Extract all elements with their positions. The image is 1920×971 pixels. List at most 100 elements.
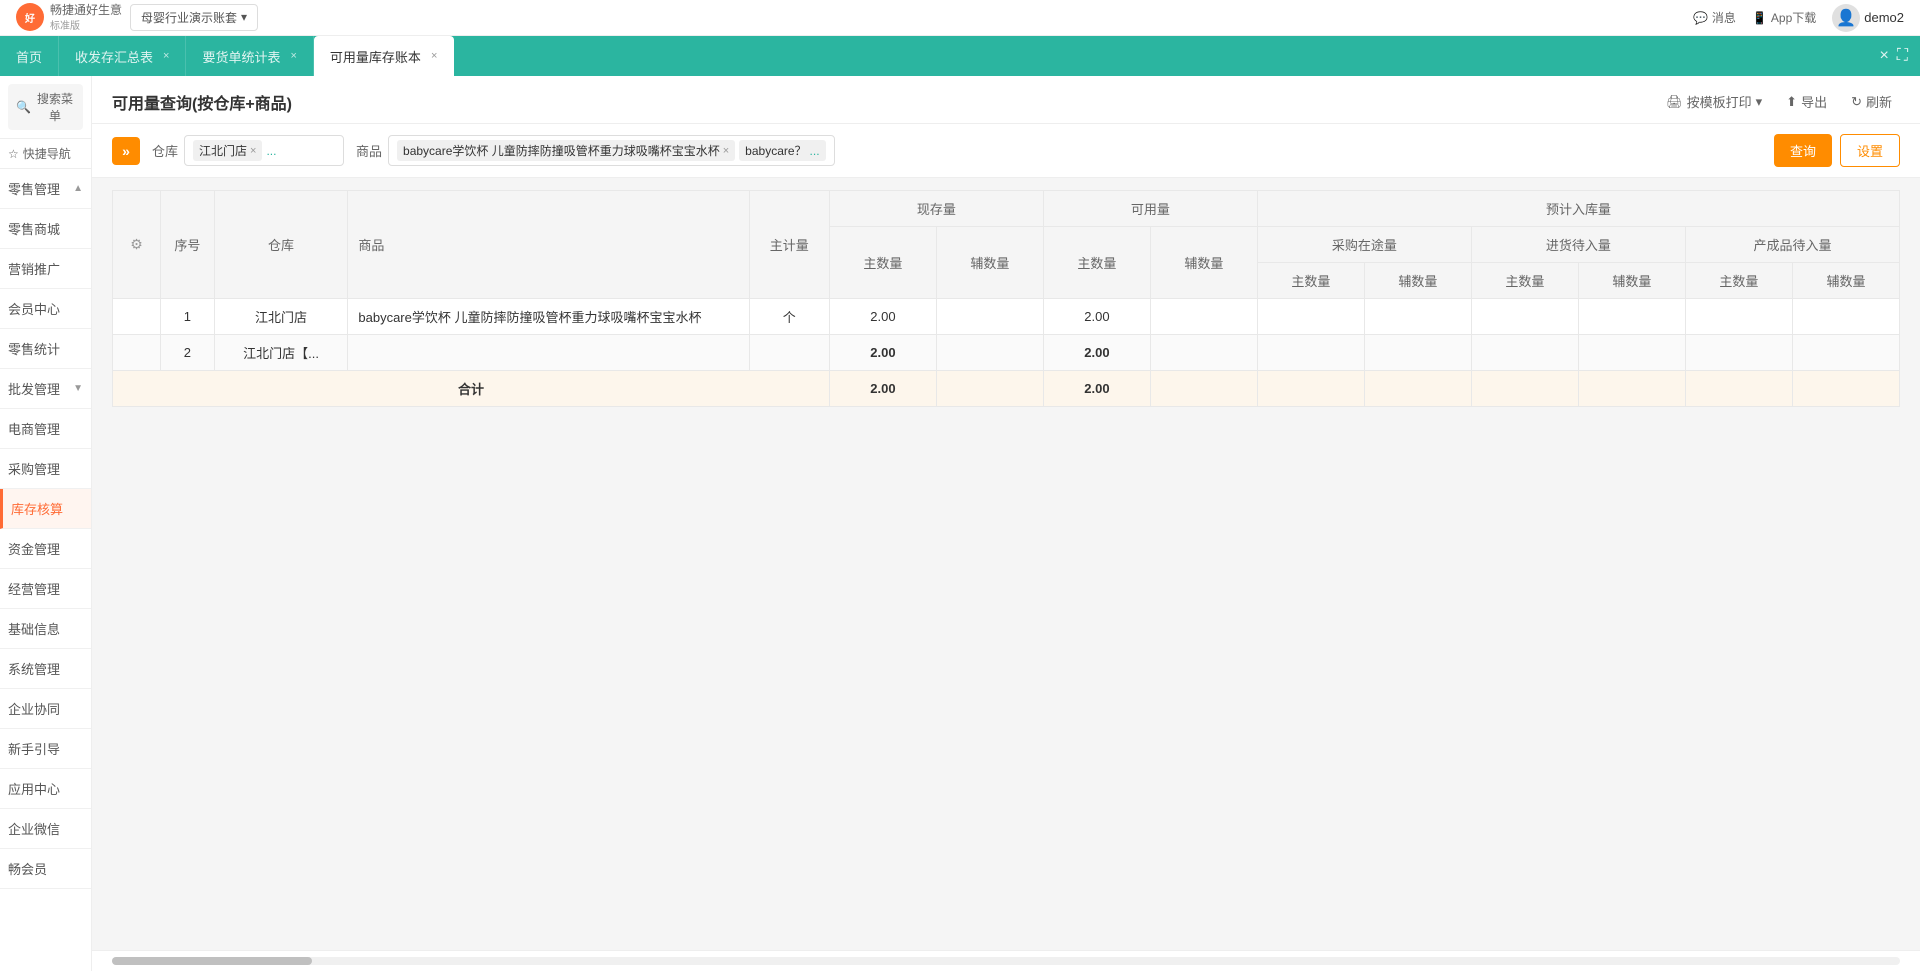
industry-selector[interactable]: 母婴行业演示账套 ▾ bbox=[130, 4, 258, 31]
chevron-down-icon: ▼ bbox=[73, 383, 83, 394]
sidebar-item-ecommerce[interactable]: 电商管理 bbox=[0, 409, 91, 449]
close-all-button[interactable]: × bbox=[1879, 47, 1888, 65]
sidebar-item-apps[interactable]: 应用中心 bbox=[0, 769, 91, 809]
product-tag-remove[interactable]: × bbox=[723, 145, 729, 157]
search-menu-button[interactable]: 🔍 搜索菜单 bbox=[8, 84, 83, 130]
th-production-pending: 产成品待入量 bbox=[1685, 227, 1899, 263]
product-tag-text: babycare学饮杯 儿童防摔防撞吸管杯重力球吸嘴杯宝宝水杯 bbox=[403, 142, 720, 159]
export-button[interactable]: ⬆ 导出 bbox=[1778, 88, 1835, 115]
sidebar-item-inventory[interactable]: 库存核算 bbox=[0, 489, 91, 529]
cell-warehouse-2: 江北门店【... bbox=[214, 335, 348, 371]
cell-stock-main-2: 2.00 bbox=[829, 335, 936, 371]
scroll-track[interactable] bbox=[112, 957, 1900, 965]
th-available-group: 可用量 bbox=[1043, 191, 1257, 227]
cell-stock-main-1: 2.00 bbox=[829, 299, 936, 335]
sidebar-item-basic-info[interactable]: 基础信息 bbox=[0, 609, 91, 649]
cell-no-1: 1 bbox=[161, 299, 215, 335]
th-stock-main: 主数量 bbox=[829, 227, 936, 299]
product-tag-babycare[interactable]: babycare学饮杯 儿童防摔防撞吸管杯重力球吸嘴杯宝宝水杯 × bbox=[397, 140, 735, 161]
th-purchase-transit: 采购在途量 bbox=[1257, 227, 1471, 263]
sidebar-item-retail-management[interactable]: 零售管理 ▲ bbox=[0, 169, 91, 209]
warehouse-tag-jiangbei[interactable]: 江北门店 × bbox=[193, 140, 262, 161]
filter-toggle-button[interactable]: » bbox=[112, 137, 140, 165]
username-label: demo2 bbox=[1864, 10, 1904, 25]
content-area: 可用量查询(按仓库+商品) 🖨 按模板打印 ▾ ⬆ 导出 ↻ 刷新 bbox=[92, 76, 1920, 971]
fullscreen-button[interactable]: ⛶ bbox=[1897, 47, 1908, 65]
quick-nav-label: 快捷导航 bbox=[23, 145, 71, 162]
product-input[interactable]: babycare学饮杯 儿童防摔防撞吸管杯重力球吸嘴杯宝宝水杯 × babyca… bbox=[388, 135, 835, 166]
tab-available-close[interactable]: × bbox=[431, 50, 437, 62]
user-area[interactable]: 👤 demo2 bbox=[1832, 4, 1904, 32]
cell-product-1: babycare学饮杯 儿童防摔防撞吸管杯重力球吸嘴杯宝宝水杯 bbox=[348, 299, 749, 335]
query-button[interactable]: 查询 bbox=[1774, 134, 1832, 167]
quick-nav-button[interactable]: ☆ 快捷导航 bbox=[0, 139, 91, 169]
sidebar-item-business[interactable]: 经营管理 bbox=[0, 569, 91, 609]
sidebar-item-system[interactable]: 系统管理 bbox=[0, 649, 91, 689]
app-download-action[interactable]: 📱 App下载 bbox=[1752, 9, 1816, 26]
chevron-down-icon: ▾ bbox=[1756, 94, 1763, 110]
th-production-pending-aux: 辅数量 bbox=[1792, 263, 1899, 299]
sidebar-item-guide[interactable]: 新手引导 bbox=[0, 729, 91, 769]
sidebar-item-members[interactable]: 会员中心 bbox=[0, 289, 91, 329]
sidebar-item-apps-label: 应用中心 bbox=[8, 779, 60, 798]
sidebar-search-area: 🔍 搜索菜单 bbox=[0, 76, 91, 139]
tab-home[interactable]: 首页 bbox=[0, 36, 59, 76]
product-tag2-text: babycare？ bbox=[745, 142, 806, 159]
sidebar-item-system-label: 系统管理 bbox=[8, 659, 60, 678]
cell-purchase-pending-main-2 bbox=[1471, 335, 1578, 371]
th-settings[interactable]: ⚙ bbox=[113, 191, 161, 299]
message-action[interactable]: 💬 消息 bbox=[1693, 9, 1736, 26]
top-bar-left: 好 畅捷通好生意 标准版 母婴行业演示账套 ▾ bbox=[16, 3, 258, 32]
top-bar: 好 畅捷通好生意 标准版 母婴行业演示账套 ▾ 💬 消息 📱 App下载 👤 d… bbox=[0, 0, 1920, 36]
cell-unit-2 bbox=[749, 335, 829, 371]
sidebar-item-retail-mall[interactable]: 零售商城 bbox=[0, 209, 91, 249]
message-icon: 💬 bbox=[1693, 11, 1708, 25]
sidebar-item-retail-stats-label: 零售统计 bbox=[8, 339, 60, 358]
warehouse-label: 仓库 bbox=[152, 141, 178, 160]
sidebar-item-wechat[interactable]: 企业微信 bbox=[0, 809, 91, 849]
footer-production-pending-aux-total bbox=[1792, 371, 1899, 407]
quick-nav-icon: ☆ bbox=[8, 147, 19, 161]
tab-receivable-close[interactable]: × bbox=[163, 50, 169, 62]
footer-purchase-pending-aux-total bbox=[1578, 371, 1685, 407]
settings-icon: ⚙ bbox=[130, 236, 143, 252]
sidebar-item-wholesale[interactable]: 批发管理 ▼ bbox=[0, 369, 91, 409]
warehouse-tag-remove[interactable]: × bbox=[250, 145, 256, 157]
product-more[interactable]: ... bbox=[810, 144, 820, 158]
sidebar-item-retail-stats[interactable]: 零售统计 bbox=[0, 329, 91, 369]
sidebar-item-purchase-label: 采购管理 bbox=[8, 459, 60, 478]
sidebar-item-finance[interactable]: 资金管理 bbox=[0, 529, 91, 569]
cell-settings-2 bbox=[113, 335, 161, 371]
sidebar-item-marketing[interactable]: 营销推广 bbox=[0, 249, 91, 289]
scrollbar-area bbox=[112, 957, 1900, 965]
setting-button[interactable]: 设置 bbox=[1840, 134, 1900, 167]
cell-product-2 bbox=[348, 335, 749, 371]
sidebar-item-wholesale-label: 批发管理 bbox=[8, 379, 60, 398]
th-purchase-transit-main: 主数量 bbox=[1257, 263, 1364, 299]
tab-receivable[interactable]: 收发存汇总表 × bbox=[59, 36, 186, 76]
th-purchase-pending: 进货待入量 bbox=[1471, 227, 1685, 263]
sidebar-item-vip[interactable]: 畅会员 bbox=[0, 849, 91, 889]
double-arrow-icon: » bbox=[122, 143, 130, 159]
th-planned-group: 预计入库量 bbox=[1257, 191, 1899, 227]
warehouse-input[interactable]: 江北门店 × ... bbox=[184, 135, 344, 166]
th-no: 序号 bbox=[161, 191, 215, 299]
tab-order[interactable]: 要货单统计表 × bbox=[186, 36, 313, 76]
logo-area: 好 畅捷通好生意 标准版 bbox=[16, 3, 122, 32]
cell-settings bbox=[113, 299, 161, 335]
tab-order-close[interactable]: × bbox=[290, 50, 296, 62]
warehouse-more[interactable]: ... bbox=[266, 144, 276, 158]
th-unit: 主计量 bbox=[749, 191, 829, 299]
cell-purchase-transit-main-1 bbox=[1257, 299, 1364, 335]
sidebar-item-enterprise[interactable]: 企业协同 bbox=[0, 689, 91, 729]
tab-available[interactable]: 可用量库存账本 × bbox=[314, 36, 454, 76]
th-purchase-pending-aux: 辅数量 bbox=[1578, 263, 1685, 299]
nav-tabs: 首页 收发存汇总表 × 要货单统计表 × 可用量库存账本 × × ⛶ bbox=[0, 36, 1920, 76]
product-tag-babycare2[interactable]: babycare？ ... bbox=[739, 140, 825, 161]
print-button[interactable]: 🖨 按模板打印 ▾ bbox=[1658, 88, 1770, 115]
sidebar-item-purchase[interactable]: 采购管理 bbox=[0, 449, 91, 489]
logo-text-area: 畅捷通好生意 标准版 bbox=[50, 3, 122, 32]
scroll-thumb[interactable] bbox=[112, 957, 312, 965]
refresh-button[interactable]: ↻ 刷新 bbox=[1843, 88, 1900, 115]
cell-purchase-pending-main-1 bbox=[1471, 299, 1578, 335]
